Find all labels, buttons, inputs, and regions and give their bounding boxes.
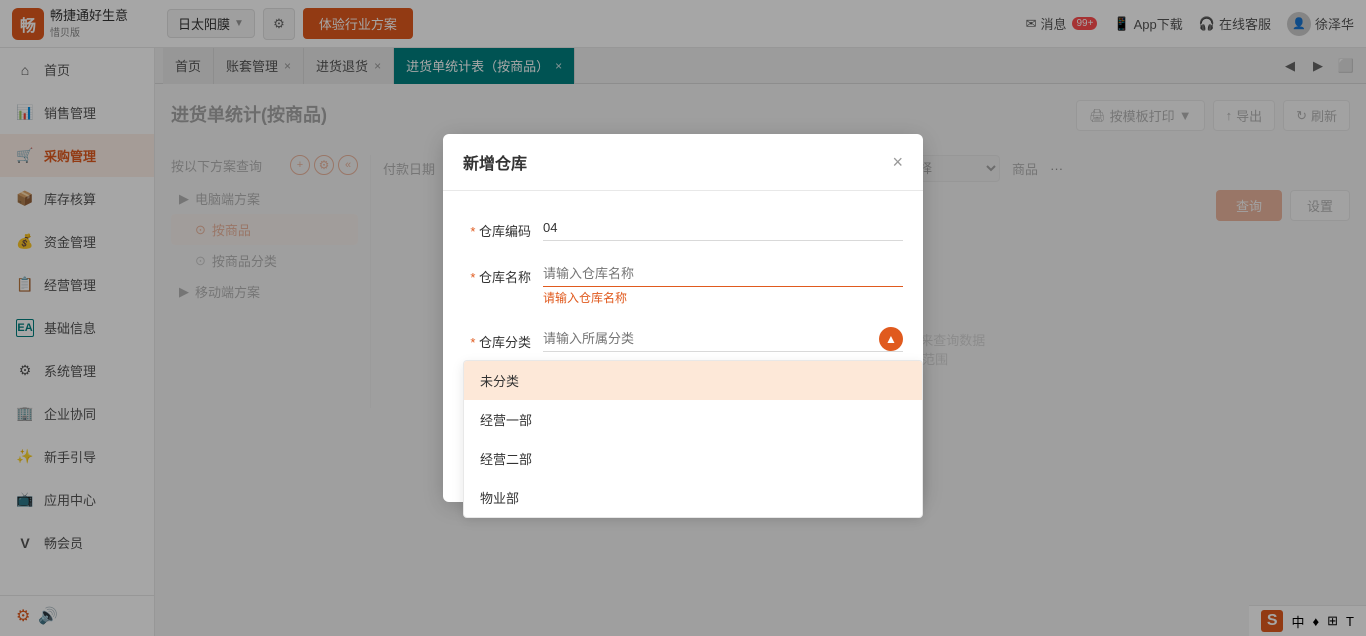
dropdown-item-dept3[interactable]: 物业部 <box>464 478 922 517</box>
form-row-category: 仓库分类 ▲ 未分类 经营一部 经营二部 物业部 <box>463 326 903 352</box>
code-label: 仓库编码 <box>463 215 543 240</box>
dialog-overlay: 新增仓库 × 仓库编码 仓库名称 请输入仓库名称 仓库分类 <box>0 0 1366 636</box>
dialog-body: 仓库编码 仓库名称 请输入仓库名称 仓库分类 ▲ <box>443 191 923 434</box>
dropdown-item-dept2[interactable]: 经营二部 <box>464 439 922 478</box>
form-row-code: 仓库编码 <box>463 215 903 241</box>
dialog-header: 新增仓库 × <box>443 134 923 191</box>
name-error-msg: 请输入仓库名称 <box>543 289 903 306</box>
dialog-title: 新增仓库 <box>463 150 527 174</box>
category-label: 仓库分类 <box>463 326 543 351</box>
new-warehouse-dialog: 新增仓库 × 仓库编码 仓库名称 请输入仓库名称 仓库分类 <box>443 134 923 502</box>
warehouse-code-input[interactable] <box>543 215 903 241</box>
dropdown-item-dept1[interactable]: 经营一部 <box>464 400 922 439</box>
category-arrow-icon[interactable]: ▲ <box>879 327 903 351</box>
name-control: 请输入仓库名称 <box>543 261 903 306</box>
category-dropdown: 未分类 经营一部 经营二部 物业部 <box>463 360 923 518</box>
dialog-close-icon[interactable]: × <box>892 152 903 173</box>
category-input[interactable] <box>543 326 903 352</box>
code-control <box>543 215 903 241</box>
name-label: 仓库名称 <box>463 261 543 286</box>
form-row-name: 仓库名称 请输入仓库名称 <box>463 261 903 306</box>
warehouse-name-input[interactable] <box>543 261 903 287</box>
category-control: ▲ 未分类 经营一部 经营二部 物业部 <box>543 326 903 352</box>
dropdown-item-uncategorized[interactable]: 未分类 <box>464 361 922 400</box>
